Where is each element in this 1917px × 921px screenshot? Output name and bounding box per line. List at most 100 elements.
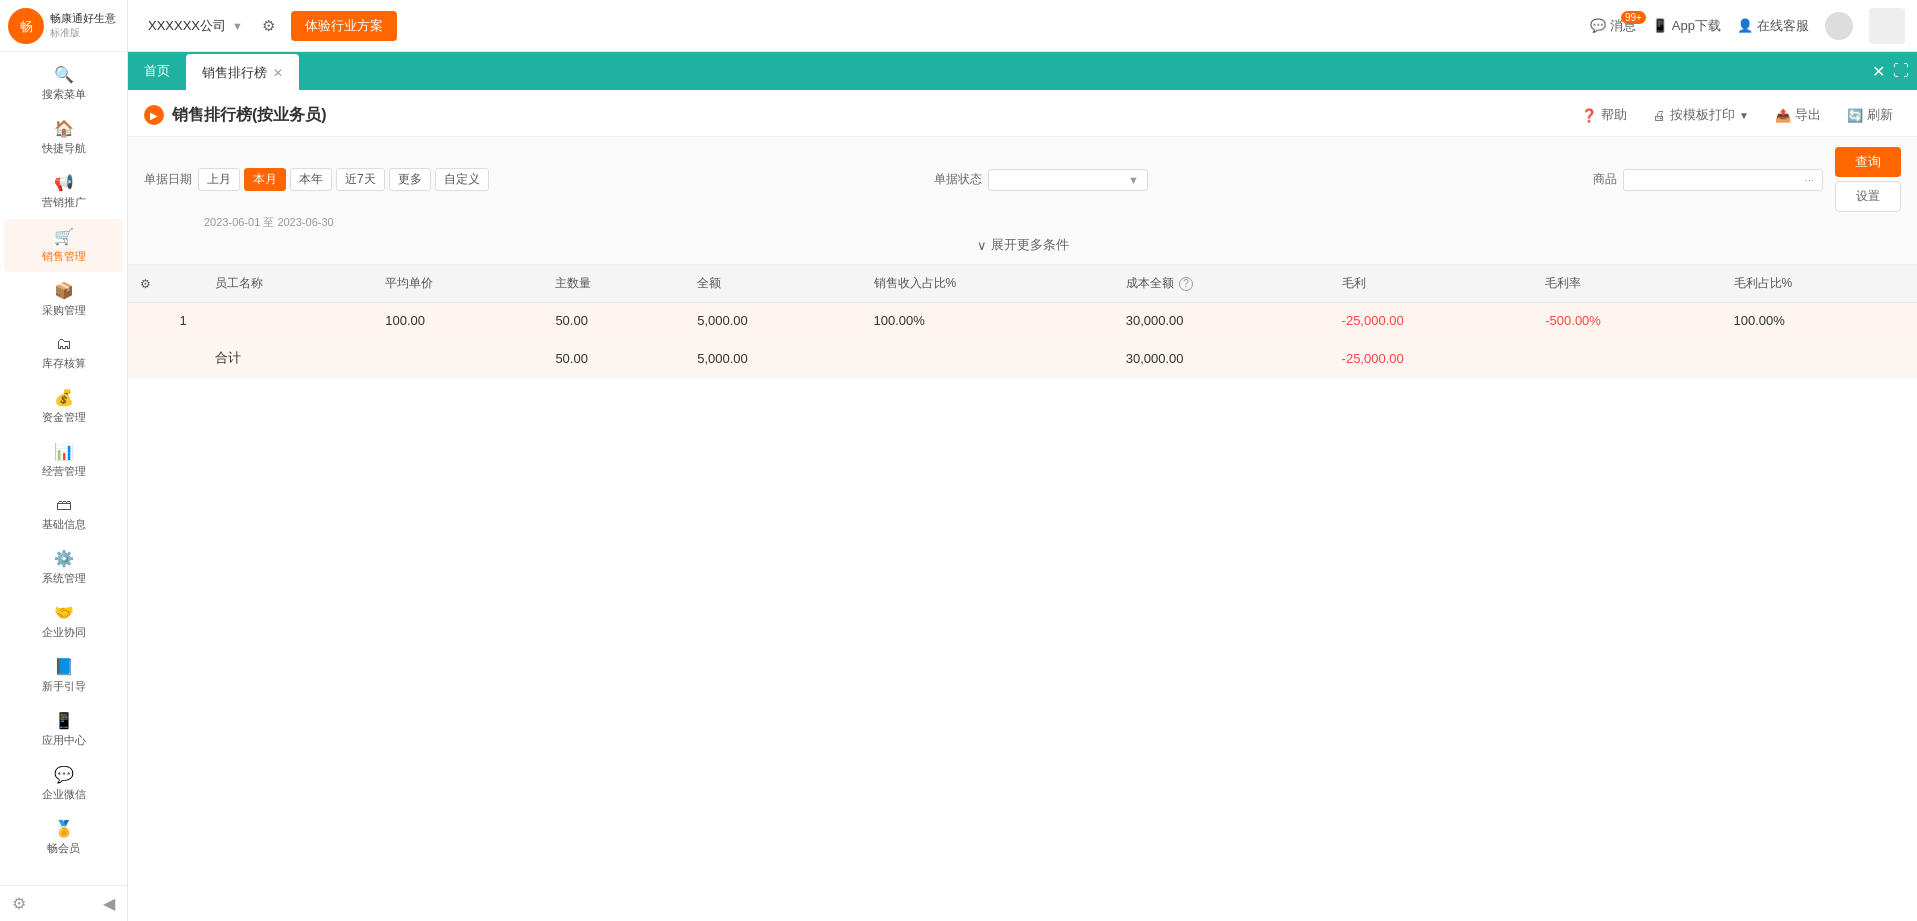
company-selector[interactable]: XXXXXX公司 ▼: [140, 13, 251, 39]
online-service-label: 在线客服: [1757, 17, 1809, 35]
settings-btn[interactable]: 设置: [1835, 181, 1901, 212]
sidebar-item-sales[interactable]: 🛒 销售管理: [4, 219, 123, 272]
sidebar-item-purchase[interactable]: 📦 采购管理: [4, 273, 123, 326]
date-btn-this-year[interactable]: 本年: [290, 168, 332, 191]
app-download-icon: 📱: [1652, 18, 1668, 33]
header-settings-icon[interactable]: ⚙: [255, 12, 283, 40]
footer-cost: 30,000.00: [1114, 339, 1330, 378]
sidebar-item-search[interactable]: 🔍 搜索菜单: [4, 57, 123, 110]
refresh-btn[interactable]: 🔄 刷新: [1839, 102, 1901, 128]
message-item[interactable]: 💬 消息 99+: [1590, 17, 1636, 35]
row-amount: 5,000.00: [685, 303, 861, 339]
cost-info-icon[interactable]: ?: [1179, 277, 1193, 291]
table-footer: 合计 50.00 5,000.00 30,000.00 -25,000.00: [128, 339, 1917, 378]
search-label: 搜索菜单: [42, 87, 86, 102]
sidebar-nav: 🔍 搜索菜单 🏠 快捷导航 📢 营销推广 🛒 销售管理 📦 采购管理 🗂 库存核…: [0, 52, 127, 885]
date-btn-this-month[interactable]: 本月: [244, 168, 286, 191]
filter-area: 单据日期 上月 本月 本年 近7天 更多 自定义 单据状态: [128, 137, 1917, 265]
date-btn-more[interactable]: 更多: [389, 168, 431, 191]
tab-close-all-icon[interactable]: ✕: [1872, 62, 1885, 81]
company-name: XXXXXX公司: [148, 17, 226, 35]
sidebar-item-inventory[interactable]: 🗂 库存核算: [4, 327, 123, 379]
sidebar-item-corp[interactable]: 🤝 企业协同: [4, 595, 123, 648]
row-name: [203, 303, 373, 339]
col-settings-header[interactable]: ⚙: [128, 265, 163, 303]
logo-text: 畅康通好生意: [50, 11, 116, 26]
sidebar-item-marketing[interactable]: 📢 营销推广: [4, 165, 123, 218]
tab-close-icon[interactable]: ✕: [273, 66, 283, 80]
date-btn-last-month[interactable]: 上月: [198, 168, 240, 191]
guide-label: 新手引导: [42, 679, 86, 694]
sidebar-item-operations[interactable]: 📊 经营管理: [4, 434, 123, 487]
row-profit: -25,000.00: [1330, 303, 1534, 339]
date-range-display: 2023-06-01 至 2023-06-30: [144, 214, 1901, 230]
col-avg-price-header: 平均单价: [373, 265, 543, 303]
tab-sales-rank-label: 销售排行榜: [202, 64, 267, 82]
help-label: 帮助: [1601, 106, 1627, 124]
user-avatar[interactable]: [1825, 12, 1853, 40]
sidebar-item-apps[interactable]: 📱 应用中心: [4, 703, 123, 756]
main-content: XXXXXX公司 ▼ ⚙ 体验行业方案 💬 消息 99+ 📱 App下载 👤 在…: [128, 0, 1917, 921]
finance-icon: 💰: [54, 388, 74, 407]
tab-home[interactable]: 首页: [128, 52, 186, 90]
sidebar-item-wechat[interactable]: 💬 企业微信: [4, 757, 123, 810]
goods-more-icon: ···: [1805, 174, 1814, 186]
date-btn-7days[interactable]: 近7天: [336, 168, 385, 191]
template-print-btn[interactable]: 🖨 按模板打印 ▼: [1645, 102, 1757, 128]
tab-bar-actions: ✕ ⛶: [1872, 62, 1917, 81]
sidebar-bottom: ⚙ ◀: [0, 885, 127, 921]
expand-more-btn[interactable]: ∨ 展开更多条件: [977, 236, 1069, 254]
sidebar-item-member[interactable]: 🏅 畅会员: [4, 811, 123, 864]
doc-status-dropdown-icon: ▼: [1128, 174, 1139, 186]
sidebar-item-quick[interactable]: 🏠 快捷导航: [4, 111, 123, 164]
goods-select[interactable]: ···: [1623, 169, 1823, 191]
template-print-dropdown-icon: ▼: [1739, 110, 1749, 121]
online-service-item[interactable]: 👤 在线客服: [1737, 17, 1809, 35]
operations-label: 经营管理: [42, 464, 86, 479]
expand-label: 展开更多条件: [991, 236, 1069, 254]
goods-label: 商品: [1593, 171, 1617, 188]
tab-maximize-icon[interactable]: ⛶: [1893, 62, 1909, 80]
col-profit-pct-header: 毛利占比%: [1722, 265, 1917, 303]
purchase-icon: 📦: [54, 281, 74, 300]
tab-bar: 首页 销售排行榜 ✕ ✕ ⛶: [128, 52, 1917, 90]
col-profit-rate-header: 毛利率: [1533, 265, 1721, 303]
col-amount-header: 全额: [685, 265, 861, 303]
col-cost-header: 成本全额 ?: [1114, 265, 1330, 303]
wechat-icon: 💬: [54, 765, 74, 784]
app-download-item[interactable]: 📱 App下载: [1652, 17, 1721, 35]
search-icon: 🔍: [54, 65, 74, 84]
table-header: ⚙ 员工名称 平均单价 主数量 全额 销售收入占比% 成本全额 ? 毛利 毛利率: [128, 265, 1917, 303]
expand-arrow-btn[interactable]: ▶: [144, 105, 164, 125]
finance-label: 资金管理: [42, 410, 86, 425]
help-btn[interactable]: ❓ 帮助: [1573, 102, 1635, 128]
sales-icon: 🛒: [54, 227, 74, 246]
help-icon: ❓: [1581, 108, 1597, 123]
sidebar-collapse-icon[interactable]: ◀: [103, 894, 115, 913]
user-avatar2: [1869, 8, 1905, 44]
expand-chevron-icon: ∨: [977, 238, 987, 253]
sidebar-settings-icon[interactable]: ⚙: [12, 894, 26, 913]
date-btn-custom[interactable]: 自定义: [435, 168, 489, 191]
page-title: 销售排行榜(按业务员): [172, 105, 327, 126]
doc-status-label: 单据状态: [934, 171, 982, 188]
data-table: ⚙ 员工名称 平均单价 主数量 全额 销售收入占比% 成本全额 ? 毛利 毛利率: [128, 265, 1917, 378]
sidebar-item-guide[interactable]: 📘 新手引导: [4, 649, 123, 702]
footer-label: 合计: [203, 339, 373, 378]
sidebar-item-finance[interactable]: 💰 资金管理: [4, 380, 123, 433]
date-filter-label: 单据日期: [144, 171, 192, 188]
sidebar-item-system[interactable]: ⚙️ 系统管理: [4, 541, 123, 594]
export-btn[interactable]: 📤 导出: [1767, 102, 1829, 128]
sidebar-item-basic[interactable]: 🗃 基础信息: [4, 488, 123, 540]
page-content: ▶ 销售排行榜(按业务员) ❓ 帮助 🖨 按模板打印 ▼ 📤 导出: [128, 90, 1917, 921]
logo: 畅 畅康通好生意 标准版: [0, 0, 127, 52]
tab-sales-rank[interactable]: 销售排行榜 ✕: [186, 54, 299, 92]
trial-button[interactable]: 体验行业方案: [291, 11, 397, 41]
footer-profit-pct: [1722, 339, 1917, 378]
sidebar: 畅 畅康通好生意 标准版 🔍 搜索菜单 🏠 快捷导航 📢 营销推广 🛒 销售管理…: [0, 0, 128, 921]
query-btn[interactable]: 查询: [1835, 147, 1901, 177]
app-download-label: App下载: [1672, 17, 1721, 35]
table-row: 1 100.00 50.00 5,000.00 100.00% 30,000.0…: [128, 303, 1917, 339]
doc-status-select[interactable]: ▼: [988, 169, 1148, 191]
wechat-label: 企业微信: [42, 787, 86, 802]
